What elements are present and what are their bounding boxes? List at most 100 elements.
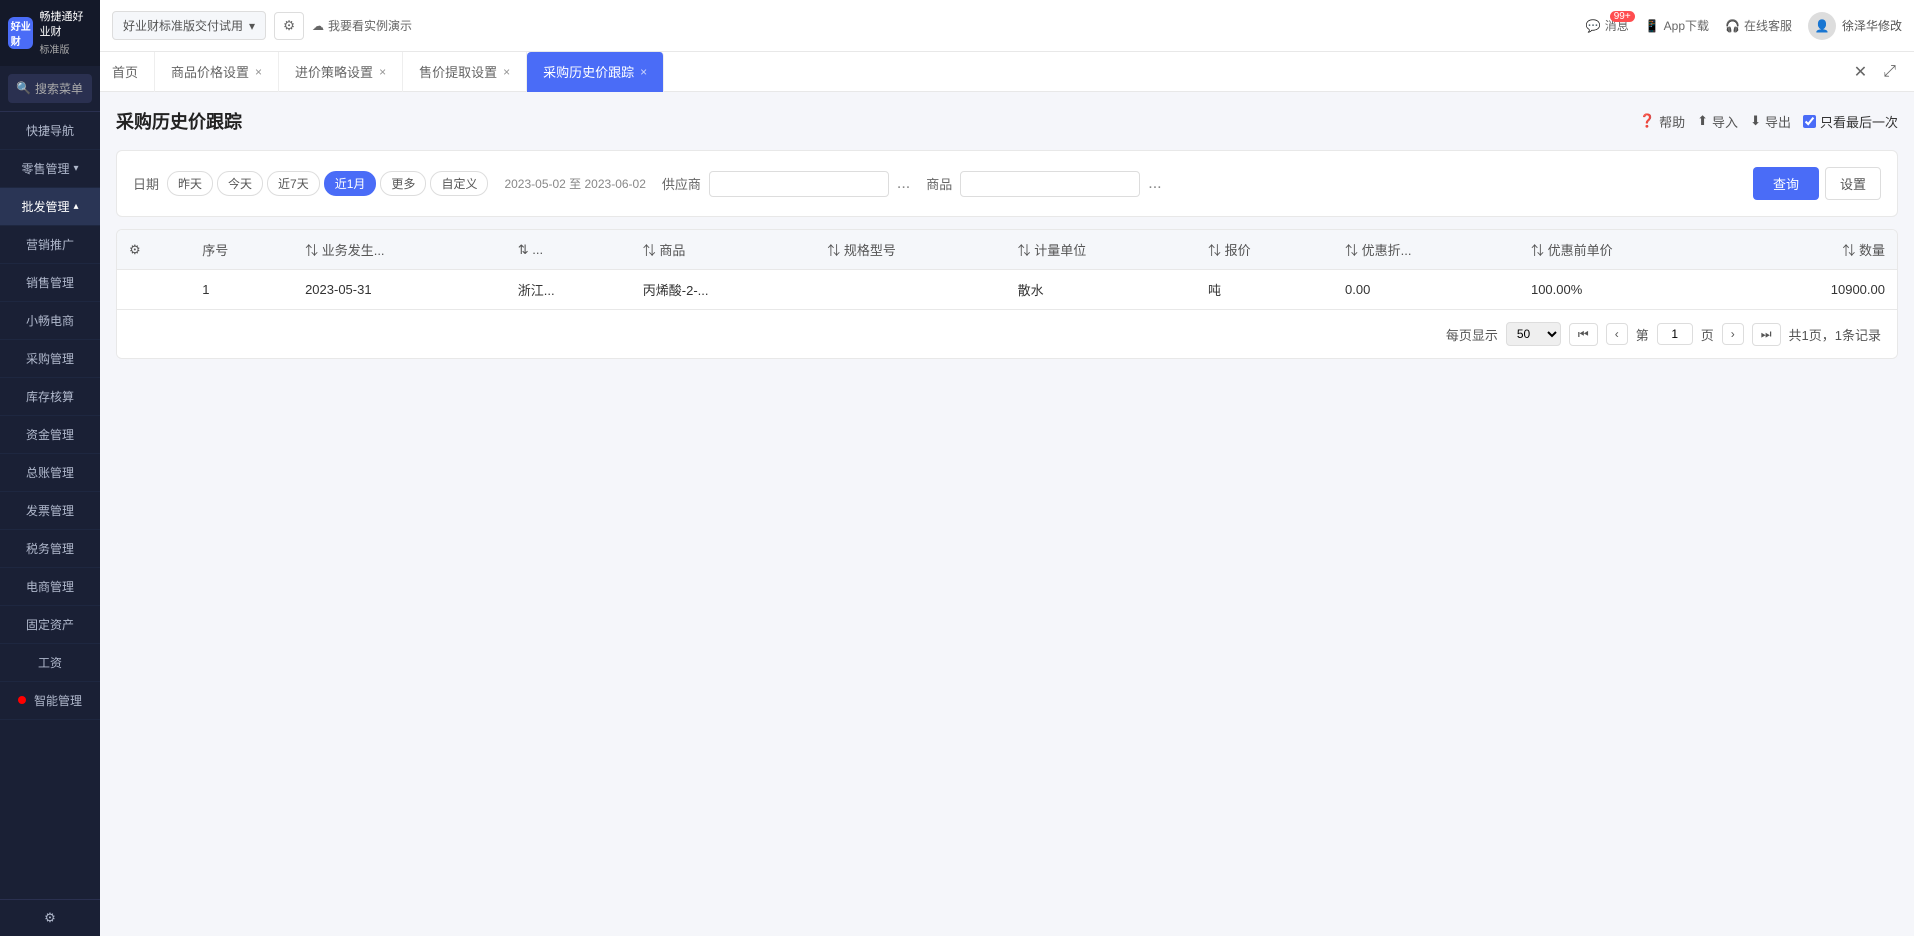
th-quote[interactable]: ⇅ 报价 xyxy=(1196,230,1333,270)
import-button[interactable]: ⬆ 导入 xyxy=(1697,112,1738,131)
sidebar-item-purchase[interactable]: 采购管理 xyxy=(0,340,100,378)
th-extra[interactable]: ⇅ ... xyxy=(506,230,631,270)
date-more-btn[interactable]: 更多 xyxy=(380,171,426,196)
supplier-input[interactable] xyxy=(709,171,889,197)
wholesale-label: 批发管理 xyxy=(21,198,69,215)
th-price[interactable]: ⇅ 优惠前单价 xyxy=(1519,230,1736,270)
th-spec[interactable]: ⇅ 规格型号 xyxy=(815,230,1005,270)
sidebar-item-wholesale[interactable]: 批发管理 ▴ xyxy=(0,188,100,226)
sidebar-item-finance[interactable]: 资金管理 xyxy=(0,416,100,454)
first-page-button[interactable]: ⏮ xyxy=(1569,323,1598,346)
sidebar-item-inventory[interactable]: 库存核算 xyxy=(0,378,100,416)
help-button[interactable]: ❓ 帮助 xyxy=(1639,112,1685,131)
th-unit[interactable]: ⇅ 计量单位 xyxy=(1006,230,1196,270)
tab-close-window-button[interactable]: ✕ xyxy=(1848,60,1873,84)
goods-ellipsis[interactable]: ... xyxy=(1148,175,1161,193)
tab-price[interactable]: 商品价格设置 × xyxy=(155,52,279,92)
th-date[interactable]: ⇅ 业务发生... xyxy=(293,230,506,270)
date-range: 2023-05-02 至 2023-06-02 xyxy=(504,175,645,192)
tab-price-label: 商品价格设置 xyxy=(171,62,249,81)
chevron-down-icon: ▾ xyxy=(249,19,255,33)
ecom-small-label: 小畅电商 xyxy=(26,312,74,329)
supplier-ellipsis[interactable]: ... xyxy=(897,175,910,193)
cell-date: 2023-05-31 xyxy=(293,270,506,310)
sidebar-item-nav[interactable]: 快捷导航 xyxy=(0,112,100,150)
sidebar-item-retail[interactable]: 零售管理 ▾ xyxy=(0,150,100,188)
search-menu-button[interactable]: 🔍 搜索菜单 xyxy=(8,74,92,103)
cell-discount: 0.00 xyxy=(1333,270,1519,310)
sidebar-item-smart[interactable]: 智能管理 xyxy=(0,682,100,720)
page-title: 采购历史价跟踪 xyxy=(116,108,242,134)
tab-price-close[interactable]: × xyxy=(255,65,262,79)
sidebar-item-invoice[interactable]: 发票管理 xyxy=(0,492,100,530)
user-info[interactable]: 👤 徐泽华修改 xyxy=(1808,12,1902,40)
tab-strategy[interactable]: 进价策略设置 × xyxy=(279,52,403,92)
per-page-label: 每页显示 xyxy=(1446,325,1498,344)
only-last-checkbox-label[interactable]: 只看最后一次 xyxy=(1803,112,1898,131)
date-7days-btn[interactable]: 近7天 xyxy=(267,171,320,196)
sidebar-item-marketing[interactable]: 营销推广 xyxy=(0,226,100,264)
tab-sale-label: 售价提取设置 xyxy=(419,62,497,81)
topbar-settings-button[interactable]: ⚙ xyxy=(274,12,304,40)
sidebar-item-sales[interactable]: 销售管理 xyxy=(0,264,100,302)
assets-label: 固定资产 xyxy=(26,616,74,633)
tab-sale[interactable]: 售价提取设置 × xyxy=(403,52,527,92)
sidebar-item-ecom[interactable]: 电商管理 xyxy=(0,568,100,606)
date-today-btn[interactable]: 今天 xyxy=(217,171,263,196)
logo-sub: 标准版 xyxy=(39,41,92,56)
export-button[interactable]: ⬇ 导出 xyxy=(1750,112,1791,131)
next-page-button[interactable]: › xyxy=(1722,323,1744,345)
filter-row: 日期 昨天 今天 近7天 近1月 更多 自定义 2023-05-02 至 202… xyxy=(133,167,1881,200)
th-qty[interactable]: ⇅ 数量 xyxy=(1736,230,1897,270)
tab-sale-close[interactable]: × xyxy=(503,65,510,79)
query-button[interactable]: 查询 xyxy=(1753,167,1819,200)
table-row: 1 2023-05-31 浙江... 丙烯酸-2-... 散水 吨 0.00 1… xyxy=(117,270,1897,310)
sidebar-item-payroll[interactable]: 工资 xyxy=(0,644,100,682)
date-options: 昨天 今天 近7天 近1月 更多 自定义 xyxy=(167,171,488,196)
tab-home[interactable]: 首页 xyxy=(112,52,155,92)
search-icon: 🔍 xyxy=(16,81,31,95)
date-yesterday-btn[interactable]: 昨天 xyxy=(167,171,213,196)
total-label: 共1页，1条记录 xyxy=(1789,325,1881,344)
sidebar-settings-bottom[interactable]: ⚙ xyxy=(0,899,100,936)
table-body: 1 2023-05-31 浙江... 丙烯酸-2-... 散水 吨 0.00 1… xyxy=(117,270,1897,310)
th-settings[interactable]: ⚙ xyxy=(117,230,190,270)
sidebar-item-tax[interactable]: 税务管理 xyxy=(0,530,100,568)
filter-settings-button[interactable]: 设置 xyxy=(1825,167,1881,200)
demo-button[interactable]: ☁ 我要看实例演示 xyxy=(312,17,412,34)
supplier-filter-group: 供应商 ... xyxy=(662,171,910,197)
th-discount[interactable]: ⇅ 优惠折... xyxy=(1333,230,1519,270)
last-page-button[interactable]: ⏭ xyxy=(1752,323,1781,346)
page-actions: ❓ 帮助 ⬆ 导入 ⬇ 导出 只看最后一次 xyxy=(1639,112,1898,131)
payroll-label: 工资 xyxy=(38,654,62,671)
date-custom-btn[interactable]: 自定义 xyxy=(430,171,488,196)
sidebar-item-assets[interactable]: 固定资产 xyxy=(0,606,100,644)
only-last-checkbox[interactable] xyxy=(1803,115,1816,128)
tab-purchase[interactable]: 采购历史价跟踪 × xyxy=(527,52,664,92)
date-1month-btn[interactable]: 近1月 xyxy=(324,171,377,196)
messages-button[interactable]: 💬 消息 99+ xyxy=(1586,17,1629,34)
page-input[interactable] xyxy=(1657,323,1693,345)
app-download-button[interactable]: 📱 App下载 xyxy=(1645,17,1709,34)
sidebar-item-ledger[interactable]: 总账管理 xyxy=(0,454,100,492)
online-service-button[interactable]: 🎧 在线客服 xyxy=(1725,17,1792,34)
import-label: 导入 xyxy=(1712,112,1738,131)
goods-filter-group: 商品 ... xyxy=(926,171,1161,197)
per-page-select[interactable]: 50 100 200 xyxy=(1506,322,1561,346)
th-seq: 序号 xyxy=(190,230,293,270)
tab-purchase-close[interactable]: × xyxy=(640,65,647,79)
cell-unit: 散水 xyxy=(1006,270,1196,310)
export-label: 导出 xyxy=(1765,112,1791,131)
smart-dot-icon xyxy=(18,696,26,704)
prev-page-button[interactable]: ‹ xyxy=(1606,323,1628,345)
sidebar-item-ecom-small[interactable]: 小畅电商 xyxy=(0,302,100,340)
tab-strategy-close[interactable]: × xyxy=(379,65,386,79)
version-select[interactable]: 好业财标准版交付试用 ▾ xyxy=(112,11,266,40)
sidebar-search-area: 🔍 搜索菜单 xyxy=(0,66,100,112)
sidebar-logo: 好业财 畅捷通好业财 标准版 xyxy=(0,0,100,66)
cell-extra: 浙江... xyxy=(506,270,631,310)
goods-input[interactable] xyxy=(960,171,1140,197)
export-icon: ⬇ xyxy=(1750,113,1761,129)
th-goods[interactable]: ⇅ 商品 xyxy=(631,230,815,270)
tab-expand-button[interactable]: ⤢ xyxy=(1877,60,1902,84)
